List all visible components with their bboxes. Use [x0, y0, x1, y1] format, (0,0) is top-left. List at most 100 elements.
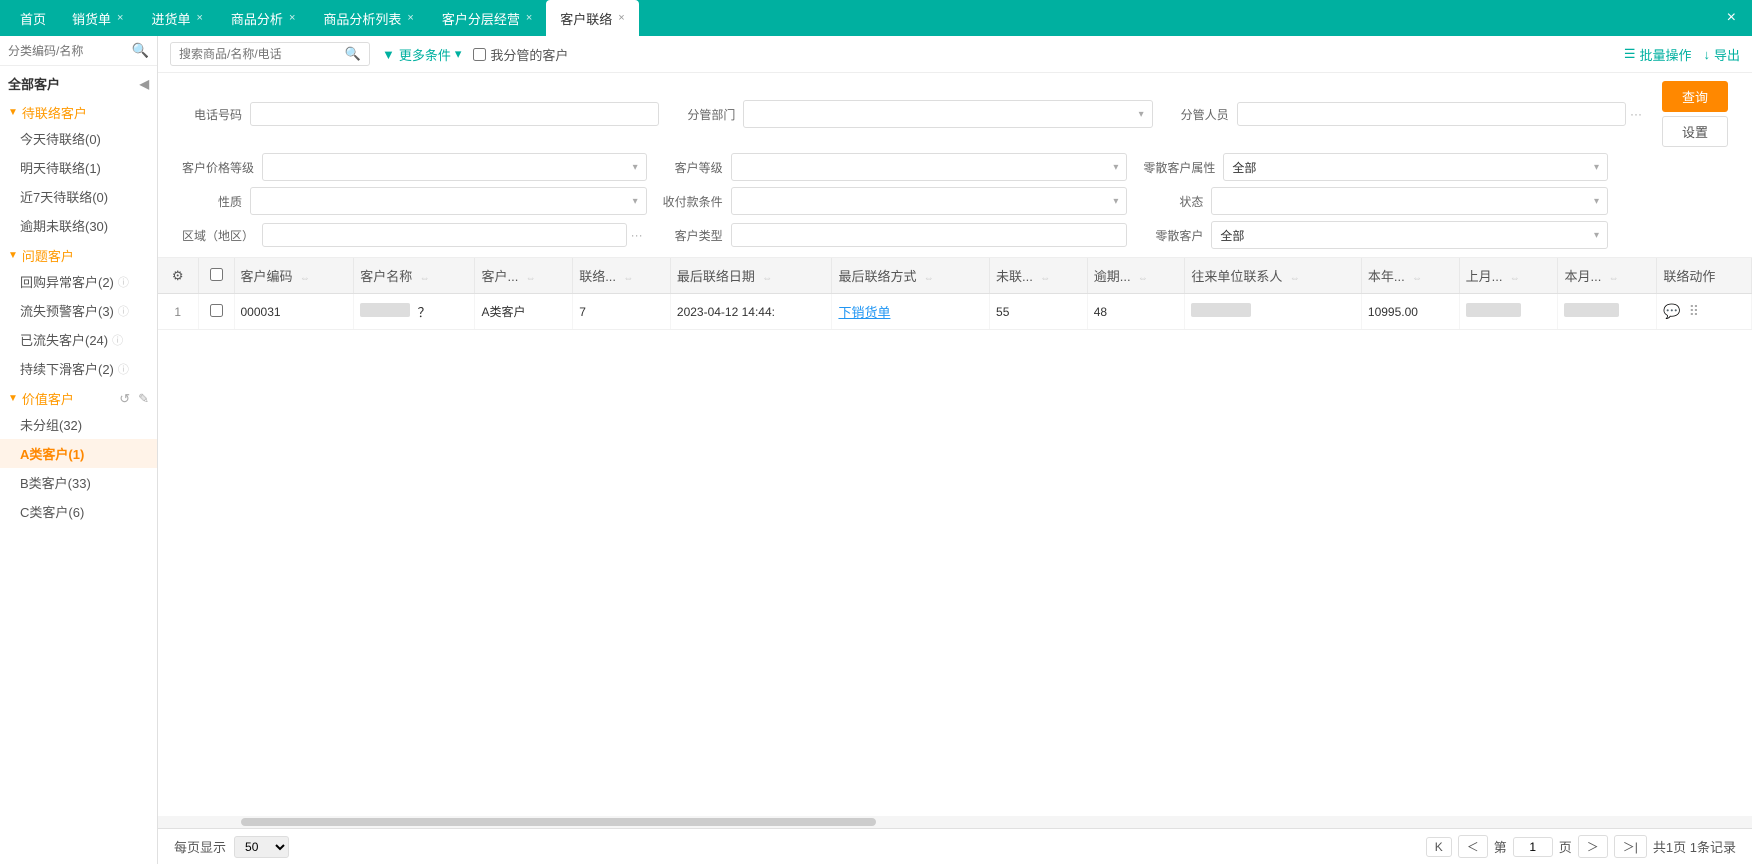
close-icon[interactable]: ×	[526, 12, 532, 24]
chevron-down-icon: ▾	[1594, 196, 1599, 207]
nav-tab-product-analysis-list[interactable]: 商品分析列表 ×	[309, 0, 427, 36]
chevron-down-icon: ▾	[1113, 162, 1118, 173]
filter-select-status[interactable]: ▾	[1211, 187, 1608, 215]
col-resizer-icon[interactable]: ⇔	[1290, 273, 1300, 284]
sidebar-item-class-c[interactable]: C类客户(6)	[0, 497, 157, 526]
qr-icon[interactable]: ⠿	[1689, 303, 1699, 320]
sidebar-item-overdue[interactable]: 逾期未联络(30)	[0, 211, 157, 240]
nav-tab-sales[interactable]: 销货单 ×	[58, 0, 137, 36]
filter-label-customer-level: 客户等级	[663, 159, 723, 176]
query-button[interactable]: 查询	[1662, 81, 1728, 112]
table-area: ⚙ 客户编码 ⇔ 客户名称 ⇔	[158, 258, 1752, 816]
prev-page-button[interactable]: ＜	[1458, 835, 1488, 858]
filter-label-customer-type: 客户类型	[663, 227, 723, 244]
filter-select-payment[interactable]: ▾	[731, 187, 1128, 215]
sidebar-item-7days-label: 近7天待联络(0)	[20, 187, 108, 206]
search-input[interactable]	[179, 47, 345, 61]
value-edit-icon[interactable]: ✎	[138, 391, 149, 407]
page-size-select[interactable]: 10 20 50 100	[234, 836, 289, 858]
col-resizer-icon[interactable]: ⇔	[420, 273, 430, 284]
cell-this-year: 10995.00	[1361, 294, 1459, 330]
col-resizer-icon[interactable]: ⇔	[762, 273, 772, 284]
filter-select-retail-customer[interactable]: 全部 ▾	[1211, 221, 1608, 249]
th-settings[interactable]: ⚙	[158, 258, 198, 294]
close-icon[interactable]: ×	[407, 12, 413, 24]
top-nav: 首页 销货单 × 进货单 × 商品分析 × 商品分析列表 × 客户分层经营 × …	[0, 0, 1752, 36]
sidebar-item-class-a[interactable]: A类客户(1)	[0, 439, 157, 468]
sidebar-item-class-b[interactable]: B类客户(33)	[0, 468, 157, 497]
my-customer-checkbox-label[interactable]: 我分管的客户	[473, 45, 568, 64]
my-customer-label: 我分管的客户	[490, 45, 568, 64]
cell-last-month	[1459, 294, 1558, 330]
cell-check[interactable]	[198, 294, 234, 330]
link-last-type[interactable]: 下销货单	[838, 305, 890, 320]
filter-select-retail-attr[interactable]: 全部 ▾	[1223, 153, 1608, 181]
filter-more-icon[interactable]: ···	[1626, 107, 1646, 121]
nav-tab-home[interactable]: 首页	[8, 0, 58, 36]
col-resizer-icon[interactable]: ⇔	[1412, 273, 1422, 284]
my-customer-checkbox[interactable]	[473, 48, 486, 61]
page-number-input[interactable]	[1513, 837, 1553, 857]
filter-select-dept[interactable]: ▾	[743, 100, 1152, 128]
next-page-button[interactable]: ＞	[1578, 835, 1608, 858]
col-resizer-icon[interactable]: ⇔	[623, 273, 633, 284]
settings-icon[interactable]: ⚙	[172, 268, 184, 283]
filter-input-person[interactable]	[1237, 102, 1626, 126]
collapse-icon[interactable]: ◀	[140, 77, 149, 91]
batch-operation-button[interactable]: ☰ 批量操作	[1624, 45, 1692, 64]
col-resizer-icon[interactable]: ⇔	[924, 273, 934, 284]
sidebar-item-7days[interactable]: 近7天待联络(0)	[0, 182, 157, 211]
sidebar-search-input[interactable]	[8, 44, 132, 58]
filter-select-customer-level[interactable]: ▾	[731, 153, 1128, 181]
close-icon[interactable]: ×	[117, 12, 123, 24]
col-resizer-icon[interactable]: ⇔	[300, 273, 310, 284]
sidebar-item-ungrouped[interactable]: 未分组(32)	[0, 410, 157, 439]
col-resizer-icon[interactable]: ⇔	[1138, 273, 1148, 284]
close-icon[interactable]: ×	[289, 12, 295, 24]
nav-tab-customer-tier[interactable]: 客户分层经营 ×	[428, 0, 546, 36]
filter-input-customer-type[interactable]	[731, 223, 1128, 247]
horizontal-scrollbar[interactable]	[158, 816, 1752, 828]
more-filter-button[interactable]: ▼ 更多条件 ▾	[382, 45, 461, 64]
filter-more-icon[interactable]: ···	[627, 228, 647, 242]
th-check[interactable]	[198, 258, 234, 294]
blurred-contact-person	[1191, 303, 1251, 317]
col-resizer-icon[interactable]: ⇔	[1040, 273, 1050, 284]
close-window-button[interactable]: ×	[1719, 9, 1744, 27]
col-resizer-icon[interactable]: ⇔	[1609, 273, 1619, 284]
sidebar-item-today[interactable]: 今天待联络(0)	[0, 124, 157, 153]
sidebar-item-churn-warning[interactable]: 流失预警客户(3) ⓘ	[0, 296, 157, 325]
col-resizer-icon[interactable]: ⇔	[1510, 273, 1520, 284]
th-no-contact: 未联... ⇔	[990, 258, 1088, 294]
value-refresh-icon[interactable]: ↺	[119, 391, 130, 407]
nav-tab-customer-contact-label: 客户联络	[560, 9, 612, 28]
setting-button[interactable]: 设置	[1662, 116, 1728, 147]
export-button[interactable]: ↓ 导出	[1703, 45, 1740, 64]
sidebar-item-churned[interactable]: 已流失客户(24) ⓘ	[0, 325, 157, 354]
close-icon[interactable]: ×	[196, 12, 202, 24]
scroll-thumb[interactable]	[241, 818, 875, 826]
sidebar-item-declining[interactable]: 持续下滑客户(2) ⓘ	[0, 354, 157, 383]
nav-tab-customer-contact[interactable]: 客户联络 ×	[546, 0, 638, 36]
cell-actions[interactable]: 💬 ⠿	[1657, 294, 1752, 330]
filter-select-nature[interactable]: ▾	[250, 187, 647, 215]
sidebar-search-icon[interactable]: 🔍	[132, 42, 149, 59]
filter-select-price-level[interactable]: ▾	[262, 153, 647, 181]
nav-tab-product-analysis[interactable]: 商品分析 ×	[217, 0, 309, 36]
filter-input-region[interactable]	[262, 223, 627, 247]
col-resizer-icon[interactable]: ⇔	[526, 273, 536, 284]
message-icon[interactable]: 💬	[1663, 303, 1680, 320]
sidebar-item-tomorrow[interactable]: 明天待联络(1)	[0, 153, 157, 182]
select-all-checkbox[interactable]	[210, 268, 223, 281]
row-checkbox[interactable]	[210, 304, 223, 317]
first-page-button[interactable]: K	[1426, 837, 1452, 857]
cell-last-type[interactable]: 下销货单	[832, 294, 990, 330]
filter-cell-person: 分管人员 ···	[1161, 102, 1654, 126]
sidebar-item-repurchase-abnormal[interactable]: 回购异常客户(2) ⓘ	[0, 267, 157, 296]
nav-tab-purchase[interactable]: 进货单 ×	[137, 0, 216, 36]
close-icon[interactable]: ×	[618, 12, 624, 24]
filter-input-phone[interactable]	[250, 102, 659, 126]
cell-contact-person	[1185, 294, 1361, 330]
search-icon[interactable]: 🔍	[345, 46, 361, 62]
last-page-button[interactable]: ＞|	[1614, 835, 1647, 858]
